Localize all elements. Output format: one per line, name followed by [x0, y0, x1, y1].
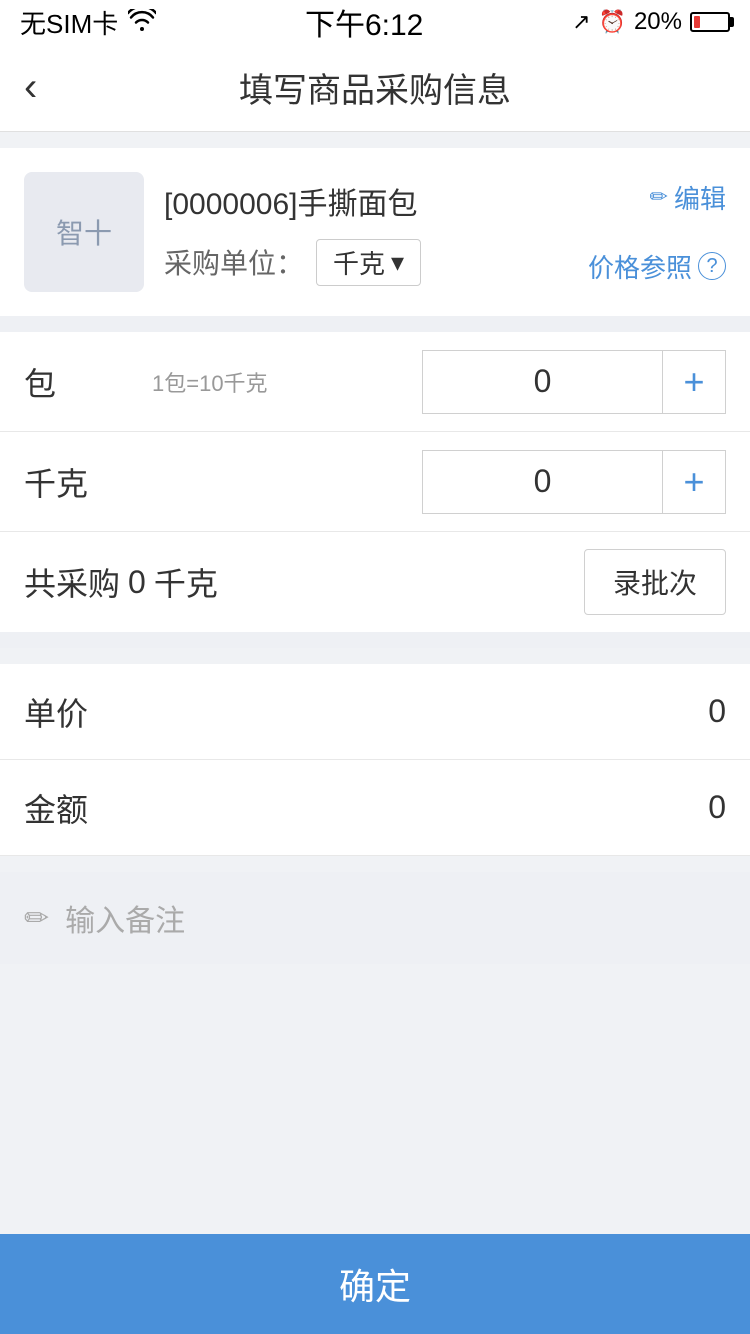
unit-price-label: 单价: [24, 689, 88, 735]
pencil-icon: ✏: [24, 901, 49, 936]
status-right: ↗ ⏰ 20%: [572, 8, 730, 36]
product-card: 智十 [0000006]手撕面包 ✏ 编辑 采购单位： 千克 ▾: [0, 148, 750, 316]
product-info: [0000006]手撕面包 ✏ 编辑 采购单位： 千克 ▾ 价格参照 ?: [164, 179, 726, 286]
kg-input-right: +: [422, 450, 726, 514]
section-divider-1: [0, 316, 750, 332]
price-ref-button[interactable]: 价格参照 ?: [588, 248, 726, 285]
input-section: 包 1包=10千克 + 千克 +: [0, 332, 750, 532]
dropdown-arrow-icon: ▾: [391, 247, 404, 278]
bag-unit-label: 1包=10千克: [152, 366, 268, 398]
kg-plus-button[interactable]: +: [662, 450, 726, 514]
nav-bar: ‹ 填写商品采购信息: [0, 44, 750, 132]
kg-quantity-input[interactable]: [422, 450, 662, 514]
edit-icon: ✏: [650, 184, 668, 210]
status-bar: 无SIM卡 下午6:12 ↗ ⏰ 20%: [0, 0, 750, 44]
status-left: 无SIM卡: [20, 4, 156, 41]
remark-placeholder: 输入备注: [65, 896, 185, 940]
bag-input-right: +: [422, 350, 726, 414]
alarm-icon: ⏰: [599, 9, 626, 35]
unit-price-row: 单价 0: [0, 664, 750, 760]
unit-price-value: 0: [708, 693, 726, 730]
kg-label: 千克: [24, 459, 144, 505]
total-row: 共采购 0 千克 录批次: [0, 532, 750, 632]
amount-label: 金额: [24, 785, 88, 831]
product-logo-text: 智十: [56, 212, 112, 252]
bag-label: 包: [24, 359, 144, 405]
page-title: 填写商品采购信息: [239, 63, 511, 112]
main-content: 智十 [0000006]手撕面包 ✏ 编辑 采购单位： 千克 ▾: [0, 148, 750, 1084]
remark-section[interactable]: ✏ 输入备注: [0, 872, 750, 964]
product-image: 智十: [24, 172, 144, 292]
total-label: 共采购 0 千克: [24, 559, 218, 605]
record-batch-button[interactable]: 录批次: [584, 549, 726, 615]
battery-percent: 20%: [634, 8, 682, 36]
bag-input-row: 包 1包=10千克 +: [0, 332, 750, 432]
product-name: [0000006]手撕面包: [164, 179, 417, 223]
amount-row: 金额 0: [0, 760, 750, 856]
amount-value: 0: [708, 789, 726, 826]
time-label: 下午6:12: [305, 0, 423, 44]
kg-input-row: 千克 +: [0, 432, 750, 532]
back-button[interactable]: ‹: [24, 65, 37, 110]
unit-select[interactable]: 千克 ▾: [316, 239, 421, 286]
edit-button[interactable]: ✏ 编辑: [650, 179, 726, 216]
carrier-label: 无SIM卡: [20, 4, 118, 41]
product-unit: 采购单位： 千克 ▾: [164, 239, 421, 286]
section-divider-2: [0, 632, 750, 648]
bag-quantity-input[interactable]: [422, 350, 662, 414]
help-icon: ?: [698, 252, 726, 280]
battery-icon: [690, 12, 730, 32]
wifi-icon: [128, 7, 156, 38]
price-section: 单价 0 金额 0: [0, 664, 750, 856]
bag-plus-button[interactable]: +: [662, 350, 726, 414]
confirm-button[interactable]: 确定: [0, 1234, 750, 1334]
location-icon: ↗: [572, 9, 590, 35]
